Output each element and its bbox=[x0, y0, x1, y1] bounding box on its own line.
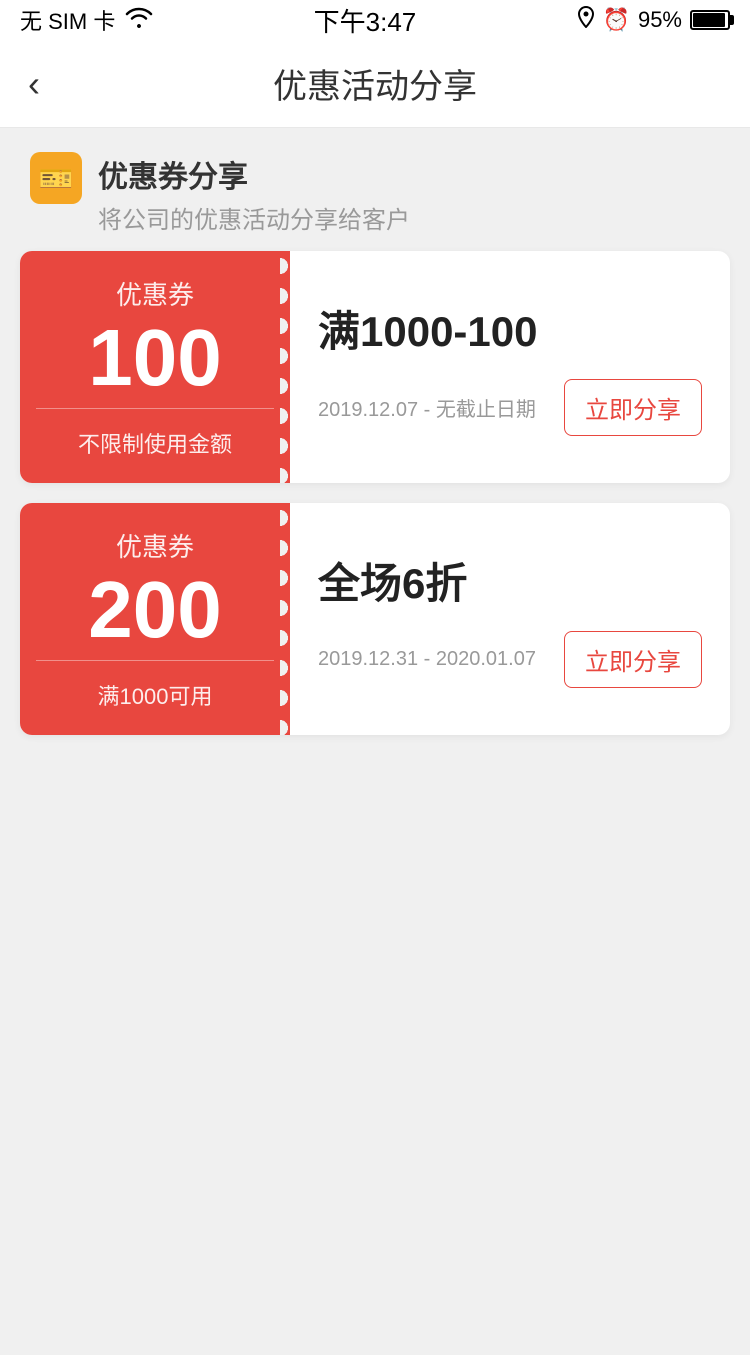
coupon-card: 优惠券 200 满1000可用 全场6折 2019.12.31 - 2020.0… bbox=[20, 503, 730, 735]
status-right: ⏰ 95% bbox=[577, 6, 730, 34]
coupon-divider-0 bbox=[36, 408, 274, 409]
battery-icon bbox=[690, 10, 730, 30]
back-button[interactable]: ‹ bbox=[28, 66, 40, 102]
alarm-icon: ⏰ bbox=[603, 7, 630, 33]
share-button-1[interactable]: 立即分享 bbox=[564, 631, 702, 688]
coupon-label-1: 优惠券 bbox=[116, 527, 194, 564]
location-icon bbox=[577, 6, 595, 34]
status-bar: 无 SIM 卡 下午3:47 ⏰ 95% bbox=[0, 0, 750, 40]
coupon-list: 优惠券 100 不限制使用金额 满1000-100 2019.12.07 - 无… bbox=[0, 251, 750, 735]
section-header: 🎫 优惠券分享 将公司的优惠活动分享给客户 bbox=[0, 128, 750, 251]
coupon-divider-1 bbox=[36, 660, 274, 661]
section-subtitle: 将公司的优惠活动分享给客户 bbox=[98, 200, 410, 235]
wifi-icon bbox=[125, 6, 153, 34]
section-title: 优惠券分享 bbox=[98, 152, 410, 196]
nav-bar: ‹ 优惠活动分享 bbox=[0, 40, 750, 128]
coupon-date-1: 2019.12.31 - 2020.01.07 bbox=[318, 648, 554, 671]
coupon-condition-0: 不限制使用金额 bbox=[78, 427, 232, 459]
section-icon: 🎫 bbox=[30, 152, 82, 204]
coupon-name-0: 满1000-100 bbox=[318, 298, 702, 359]
coupon-value-1: 200 bbox=[88, 570, 221, 650]
page-title: 优惠活动分享 bbox=[273, 59, 477, 108]
coupon-left-0: 优惠券 100 不限制使用金额 bbox=[20, 251, 290, 483]
coupon-right-1: 全场6折 2019.12.31 - 2020.01.07 立即分享 bbox=[290, 503, 730, 735]
coupon-date-0: 2019.12.07 - 无截止日期 bbox=[318, 393, 554, 422]
battery-percent: 95% bbox=[638, 7, 682, 33]
section-text: 优惠券分享 将公司的优惠活动分享给客户 bbox=[98, 152, 410, 235]
coupon-value-0: 100 bbox=[88, 318, 221, 398]
coupon-card: 优惠券 100 不限制使用金额 满1000-100 2019.12.07 - 无… bbox=[20, 251, 730, 483]
coupon-condition-1: 满1000可用 bbox=[98, 679, 213, 711]
status-time: 下午3:47 bbox=[314, 2, 417, 39]
empty-area bbox=[0, 755, 750, 1355]
coupon-right-0: 满1000-100 2019.12.07 - 无截止日期 立即分享 bbox=[290, 251, 730, 483]
coupon-name-1: 全场6折 bbox=[318, 550, 702, 611]
coupon-emoji-icon: 🎫 bbox=[39, 162, 74, 195]
share-button-0[interactable]: 立即分享 bbox=[564, 379, 702, 436]
coupon-info-row-0: 2019.12.07 - 无截止日期 立即分享 bbox=[318, 379, 702, 436]
status-left: 无 SIM 卡 bbox=[20, 4, 153, 36]
coupon-left-1: 优惠券 200 满1000可用 bbox=[20, 503, 290, 735]
sim-label: 无 SIM 卡 bbox=[20, 4, 115, 36]
coupon-info-row-1: 2019.12.31 - 2020.01.07 立即分享 bbox=[318, 631, 702, 688]
coupon-label-0: 优惠券 bbox=[116, 275, 194, 312]
